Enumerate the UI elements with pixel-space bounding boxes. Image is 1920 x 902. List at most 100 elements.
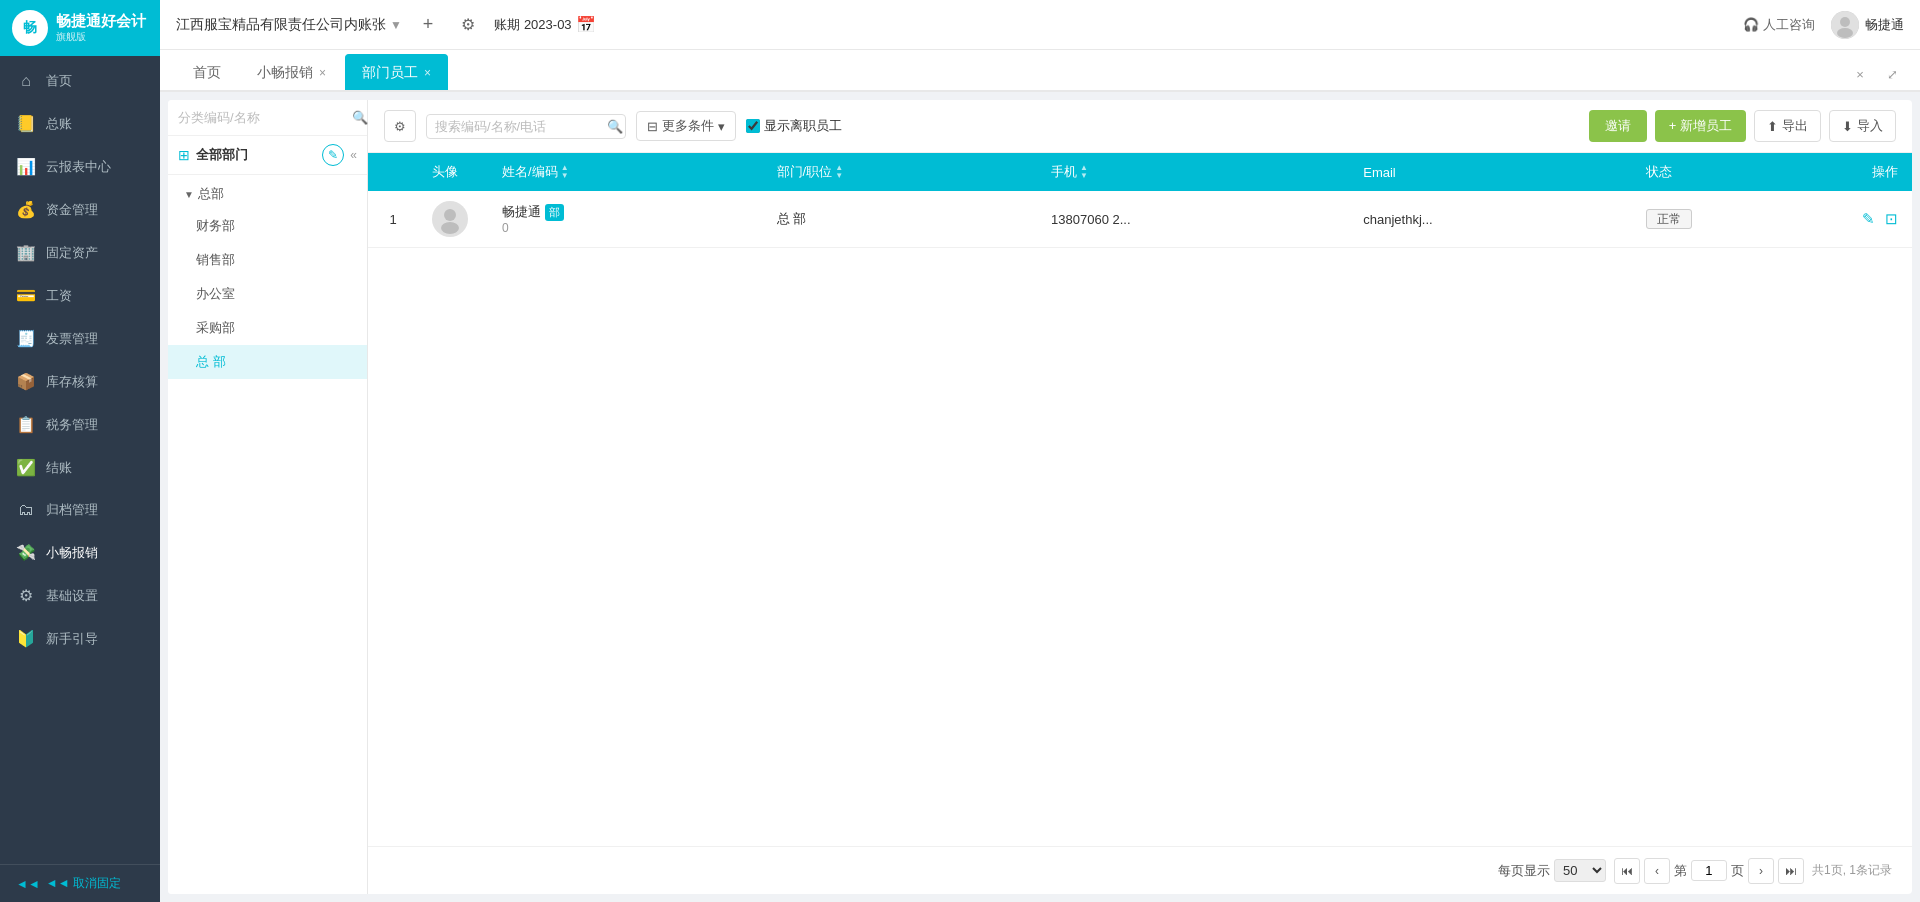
col-name-label: 姓名/编码 xyxy=(502,163,558,181)
sidebar-item-closing[interactable]: ✅ 结账 xyxy=(0,446,160,489)
col-status: 状态 xyxy=(1632,153,1792,191)
period-value: 2023-03 xyxy=(524,17,572,32)
period-label: 账期 xyxy=(494,16,520,34)
tab-dept-label: 部门员工 xyxy=(362,64,418,82)
dept-item-purchase[interactable]: 采购部 xyxy=(168,311,367,345)
cancel-pin-button[interactable]: ◄◄ ◄◄ 取消固定 xyxy=(0,864,160,902)
tab-expense-close[interactable]: × xyxy=(319,66,326,80)
tab-home[interactable]: 首页 xyxy=(176,54,238,90)
employee-table: 头像 姓名/编码 ▲▼ 部门/职位 ▲▼ xyxy=(368,153,1912,248)
prev-page-button[interactable]: ‹ xyxy=(1644,858,1670,884)
reports-icon: 📊 xyxy=(16,157,36,176)
per-page-select[interactable]: 10 20 50 100 xyxy=(1554,859,1606,882)
app-logo-text-group: 畅捷通好会计 旗舰版 xyxy=(56,12,146,44)
dept-root-label: 总部 xyxy=(198,185,224,203)
dept-item-root[interactable]: ▼ 总部 xyxy=(168,179,367,209)
search-icon[interactable]: 🔍 xyxy=(607,119,623,134)
svg-point-2 xyxy=(1837,28,1853,38)
sidebar-logo: 畅 畅捷通好会计 旗舰版 xyxy=(0,0,160,56)
dept-item-general[interactable]: 总 部 xyxy=(168,345,367,379)
show-resigned-input[interactable] xyxy=(746,119,760,133)
app-logo-sub: 旗舰版 xyxy=(56,30,146,44)
col-dept-label: 部门/职位 xyxy=(777,163,833,181)
employee-name: 畅捷通 xyxy=(502,203,541,221)
sidebar-item-invoice[interactable]: 🧾 发票管理 xyxy=(0,317,160,360)
tab-dept-close[interactable]: × xyxy=(424,66,431,80)
sidebar-item-expense[interactable]: 💸 小畅报销 xyxy=(0,531,160,574)
next-page-button[interactable]: › xyxy=(1748,858,1774,884)
sidebar-label-inventory: 库存核算 xyxy=(46,373,98,391)
sidebar-item-guide[interactable]: 🔰 新手引导 xyxy=(0,617,160,660)
dept-edit-button[interactable]: ✎ xyxy=(322,144,344,166)
employee-toolbar: ⚙ 🔍 ⊟ 更多条件 ▾ 显示离职员工 邀请 + 新增员工 xyxy=(368,100,1912,153)
sidebar-label-expense: 小畅报销 xyxy=(46,544,98,562)
col-phone[interactable]: 手机 ▲▼ xyxy=(1037,153,1349,191)
svg-point-5 xyxy=(441,222,459,234)
sidebar-label-closing: 结账 xyxy=(46,459,72,477)
cancel-pin-label: ◄◄ 取消固定 xyxy=(46,875,121,892)
sidebar-label-funds: 资金管理 xyxy=(46,201,98,219)
tab-expense[interactable]: 小畅报销 × xyxy=(240,54,343,90)
collapse-icon[interactable]: « xyxy=(350,148,357,162)
dept-item-sales[interactable]: 销售部 xyxy=(168,243,367,277)
edit-employee-button[interactable]: ✎ xyxy=(1862,210,1875,228)
sidebar-item-inventory[interactable]: 📦 库存核算 xyxy=(0,360,160,403)
main-area: 江西服宝精品有限责任公司内账张 ▼ + ⚙ 账期 2023-03 📅 🎧 人工咨… xyxy=(160,0,1920,902)
sidebar-item-reports[interactable]: 📊 云报表中心 xyxy=(0,145,160,188)
tab-dept[interactable]: 部门员工 × xyxy=(345,54,448,90)
expand-tab-button[interactable]: ⤢ xyxy=(1880,62,1904,86)
sidebar-item-archive[interactable]: 🗂 归档管理 xyxy=(0,489,160,531)
sidebar-item-ledger[interactable]: 📒 总账 xyxy=(0,102,160,145)
headset-icon: 🎧 xyxy=(1743,17,1759,32)
close-tab-button[interactable]: × xyxy=(1848,62,1872,86)
more-filters-button[interactable]: ⊟ 更多条件 ▾ xyxy=(636,111,736,141)
ledger-icon: 📒 xyxy=(16,114,36,133)
col-dept[interactable]: 部门/职位 ▲▼ xyxy=(763,153,1038,191)
sidebar-item-assets[interactable]: 🏢 固定资产 xyxy=(0,231,160,274)
cell-index: 1 xyxy=(368,191,418,248)
sidebar-item-tax[interactable]: 📋 税务管理 xyxy=(0,403,160,446)
col-name[interactable]: 姓名/编码 ▲▼ xyxy=(488,153,763,191)
pagination: 每页显示 10 20 50 100 ⏮ ‹ 第 页 › ⏭ xyxy=(368,846,1912,894)
all-dept-header[interactable]: ⊞ 全部部门 ✎ « xyxy=(168,136,367,175)
page-suffix: 页 xyxy=(1731,862,1744,880)
app-logo-text: 畅捷通好会计 xyxy=(56,12,146,30)
import-button[interactable]: ⬇ 导入 xyxy=(1829,110,1896,142)
dept-badge: 部 xyxy=(545,204,564,221)
cell-status: 正常 xyxy=(1632,191,1792,248)
search-icon[interactable]: 🔍 xyxy=(352,110,368,125)
settings-gear-button[interactable]: ⚙ xyxy=(454,11,482,39)
show-resigned-checkbox[interactable]: 显示离职员工 xyxy=(746,117,842,135)
sidebar-item-salary[interactable]: 💳 工资 xyxy=(0,274,160,317)
cell-action: ✎ ⊡ xyxy=(1792,191,1912,248)
user-menu[interactable]: 畅捷通 xyxy=(1831,11,1904,39)
grid-icon: ⊞ xyxy=(178,147,190,163)
logout-employee-button[interactable]: ⊡ xyxy=(1885,210,1898,228)
invite-button[interactable]: 邀请 xyxy=(1589,110,1647,142)
add-employee-button[interactable]: + 新增员工 xyxy=(1655,110,1746,142)
export-button[interactable]: ⬆ 导出 xyxy=(1754,110,1821,142)
settings-icon: ⚙ xyxy=(16,586,36,605)
dept-item-finance[interactable]: 财务部 xyxy=(168,209,367,243)
toolbar-right-actions: 邀请 + 新增员工 ⬆ 导出 ⬇ 导入 xyxy=(1589,110,1896,142)
employee-search-input[interactable] xyxy=(435,119,603,134)
cell-name: 畅捷通 部 0 xyxy=(488,191,763,248)
filter-chevron-icon: ▾ xyxy=(718,119,725,134)
dept-tree: ▼ 总部 财务部 销售部 办公室 采购部 总 部 xyxy=(168,175,367,894)
sidebar-item-settings[interactable]: ⚙ 基础设置 xyxy=(0,574,160,617)
sidebar: 畅 畅捷通好会计 旗舰版 ⌂ 首页 📒 总账 📊 云报表中心 💰 资金管理 🏢 … xyxy=(0,0,160,902)
company-selector[interactable]: 江西服宝精品有限责任公司内账张 ▼ xyxy=(176,16,402,34)
dept-search-input[interactable] xyxy=(178,110,346,125)
sidebar-item-funds[interactable]: 💰 资金管理 xyxy=(0,188,160,231)
column-settings-button[interactable]: ⚙ xyxy=(384,110,416,142)
sidebar-item-home[interactable]: ⌂ 首页 xyxy=(0,60,160,102)
tax-icon: 📋 xyxy=(16,415,36,434)
page-number-input[interactable] xyxy=(1691,860,1727,881)
dept-item-office[interactable]: 办公室 xyxy=(168,277,367,311)
support-button[interactable]: 🎧 人工咨询 xyxy=(1743,16,1815,34)
per-page-selector: 每页显示 10 20 50 100 xyxy=(1498,859,1606,882)
add-company-button[interactable]: + xyxy=(414,11,442,39)
calendar-icon[interactable]: 📅 xyxy=(576,15,596,34)
first-page-button[interactable]: ⏮ xyxy=(1614,858,1640,884)
last-page-button[interactable]: ⏭ xyxy=(1778,858,1804,884)
